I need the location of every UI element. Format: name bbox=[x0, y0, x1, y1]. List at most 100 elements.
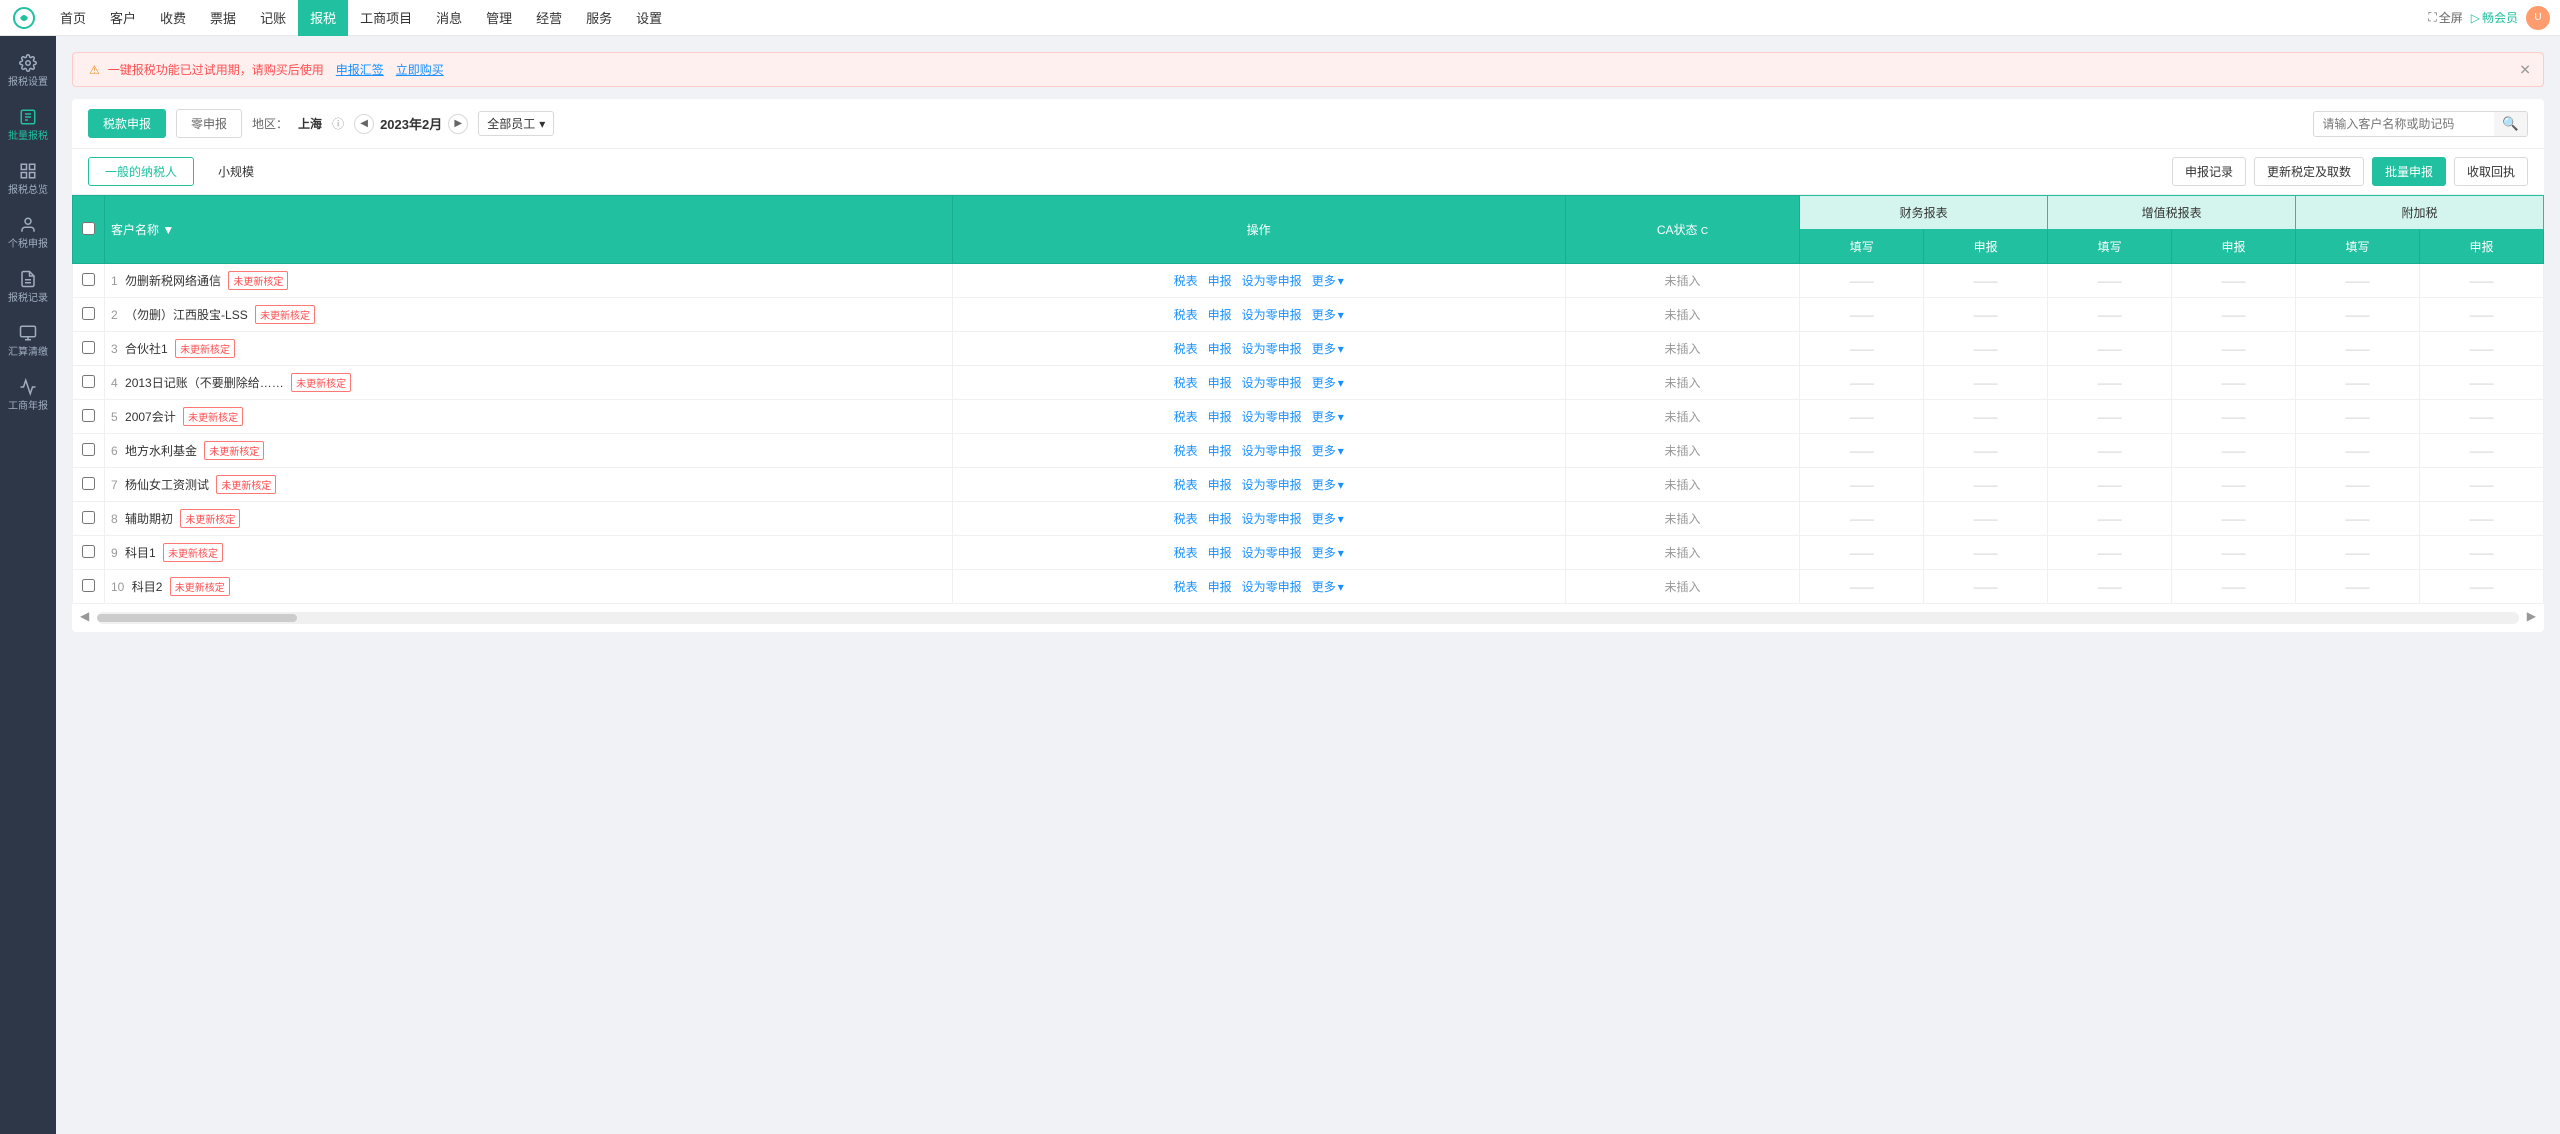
row-checkbox[interactable] bbox=[82, 273, 95, 286]
action-declare[interactable]: 申报 bbox=[1208, 376, 1232, 390]
action-more[interactable]: 更多▾ bbox=[1312, 442, 1344, 459]
row-checkbox[interactable] bbox=[82, 545, 95, 558]
scroll-right-arrow[interactable]: ▶ bbox=[2527, 609, 2536, 623]
row-checkbox[interactable] bbox=[82, 477, 95, 490]
action-more[interactable]: 更多▾ bbox=[1312, 272, 1344, 289]
info-icon[interactable]: ⓘ bbox=[332, 115, 344, 132]
action-more[interactable]: 更多▾ bbox=[1312, 340, 1344, 357]
row-checkbox[interactable] bbox=[82, 443, 95, 456]
nav-message[interactable]: 消息 bbox=[424, 0, 474, 36]
action-more[interactable]: 更多▾ bbox=[1312, 408, 1344, 425]
tab-zero-declare[interactable]: 零申报 bbox=[176, 109, 242, 138]
date-prev-button[interactable]: ◀ bbox=[354, 114, 374, 134]
action-tax-form[interactable]: 税表 bbox=[1174, 444, 1198, 458]
action-more[interactable]: 更多▾ bbox=[1312, 476, 1344, 493]
row-checkbox[interactable] bbox=[82, 341, 95, 354]
sidebar-item-personal-tax[interactable]: 个税申报 bbox=[0, 206, 56, 260]
notice-link-buy[interactable]: 立即购买 bbox=[396, 61, 444, 78]
row-actions: 税表 申报 设为零申报 更多▾ bbox=[952, 570, 1565, 604]
notice-close-button[interactable]: ✕ bbox=[2519, 61, 2531, 78]
action-more[interactable]: 更多▾ bbox=[1312, 544, 1344, 561]
user-avatar[interactable]: U bbox=[2526, 6, 2550, 30]
fullscreen-button[interactable]: ⛶ 全屏 bbox=[2428, 9, 2462, 26]
row-checkbox[interactable] bbox=[82, 409, 95, 422]
action-declare[interactable]: 申报 bbox=[1208, 580, 1232, 594]
search-button[interactable]: 🔍 bbox=[2494, 112, 2527, 136]
tab-tax-declare[interactable]: 税款申报 bbox=[88, 109, 166, 138]
ca-info-icon[interactable]: C bbox=[1701, 226, 1708, 237]
action-more[interactable]: 更多▾ bbox=[1312, 374, 1344, 391]
tab-small-scale[interactable]: 小规模 bbox=[202, 158, 270, 185]
action-set-zero[interactable]: 设为零申报 bbox=[1242, 274, 1302, 288]
action-tax-form[interactable]: 税表 bbox=[1174, 308, 1198, 322]
action-set-zero[interactable]: 设为零申报 bbox=[1242, 342, 1302, 356]
scroll-left-arrow[interactable]: ◀ bbox=[80, 609, 89, 623]
action-tax-form[interactable]: 税表 bbox=[1174, 546, 1198, 560]
action-declare[interactable]: 申报 bbox=[1208, 444, 1232, 458]
action-tax-form[interactable]: 税表 bbox=[1174, 274, 1198, 288]
batch-declare-button[interactable]: 批量申报 bbox=[2372, 157, 2446, 186]
sidebar-item-overview[interactable]: 报税总览 bbox=[0, 152, 56, 206]
nav-service[interactable]: 服务 bbox=[574, 0, 624, 36]
action-more[interactable]: 更多▾ bbox=[1312, 510, 1344, 527]
staff-selector[interactable]: 全部员工 ▾ bbox=[478, 111, 554, 136]
horizontal-scrollbar[interactable] bbox=[97, 612, 2519, 624]
action-set-zero[interactable]: 设为零申报 bbox=[1242, 308, 1302, 322]
sidebar-item-annual-report[interactable]: 工商年报 bbox=[0, 368, 56, 422]
unverified-tag: 未更新核定 bbox=[180, 509, 240, 528]
member-button[interactable]: ▷ 畅会员 bbox=[2471, 9, 2518, 26]
action-tax-form[interactable]: 税表 bbox=[1174, 376, 1198, 390]
action-declare[interactable]: 申报 bbox=[1208, 546, 1232, 560]
sidebar-item-tax-record[interactable]: 报税记录 bbox=[0, 260, 56, 314]
nav-customer[interactable]: 客户 bbox=[98, 0, 148, 36]
date-next-button[interactable]: ▶ bbox=[448, 114, 468, 134]
action-more[interactable]: 更多▾ bbox=[1312, 306, 1344, 323]
action-declare[interactable]: 申报 bbox=[1208, 274, 1232, 288]
action-set-zero[interactable]: 设为零申报 bbox=[1242, 546, 1302, 560]
action-tax-form[interactable]: 税表 bbox=[1174, 410, 1198, 424]
row-checkbox[interactable] bbox=[82, 579, 95, 592]
action-more[interactable]: 更多▾ bbox=[1312, 578, 1344, 595]
data-table-wrapper: 客户名称 ▼ 操作 CA状态 C 财务报表 增值税报表 附加税 填写 申报 填写 bbox=[72, 195, 2544, 604]
action-set-zero[interactable]: 设为零申报 bbox=[1242, 376, 1302, 390]
row-add-declare: —— bbox=[2419, 264, 2543, 298]
action-set-zero[interactable]: 设为零申报 bbox=[1242, 512, 1302, 526]
row-checkbox[interactable] bbox=[82, 375, 95, 388]
record-button[interactable]: 申报记录 bbox=[2172, 157, 2246, 186]
nav-business[interactable]: 工商项目 bbox=[348, 0, 424, 36]
nav-billing[interactable]: 收费 bbox=[148, 0, 198, 36]
search-input[interactable] bbox=[2314, 113, 2494, 135]
update-button[interactable]: 更新税定及取数 bbox=[2254, 157, 2364, 186]
row-checkbox[interactable] bbox=[82, 307, 95, 320]
nav-tax[interactable]: 报税 bbox=[298, 0, 348, 36]
action-set-zero[interactable]: 设为零申报 bbox=[1242, 478, 1302, 492]
nav-operation[interactable]: 经营 bbox=[524, 0, 574, 36]
action-declare[interactable]: 申报 bbox=[1208, 308, 1232, 322]
row-checkbox-cell bbox=[73, 468, 105, 502]
nav-home[interactable]: 首页 bbox=[48, 0, 98, 36]
action-declare[interactable]: 申报 bbox=[1208, 410, 1232, 424]
notice-link-report[interactable]: 申报汇签 bbox=[336, 61, 384, 78]
action-tax-form[interactable]: 税表 bbox=[1174, 512, 1198, 526]
action-set-zero[interactable]: 设为零申报 bbox=[1242, 410, 1302, 424]
action-tax-form[interactable]: 税表 bbox=[1174, 478, 1198, 492]
action-tax-form[interactable]: 税表 bbox=[1174, 580, 1198, 594]
sidebar-item-batch-tax[interactable]: 批量报税 bbox=[0, 98, 56, 152]
nav-manage[interactable]: 管理 bbox=[474, 0, 524, 36]
collect-button[interactable]: 收取回执 bbox=[2454, 157, 2528, 186]
action-declare[interactable]: 申报 bbox=[1208, 512, 1232, 526]
sidebar-item-tax-settings[interactable]: 报税设置 bbox=[0, 44, 56, 98]
action-set-zero[interactable]: 设为零申报 bbox=[1242, 444, 1302, 458]
select-all-checkbox[interactable] bbox=[82, 222, 95, 235]
nav-invoice[interactable]: 票据 bbox=[198, 0, 248, 36]
sidebar-item-settlement[interactable]: 汇算清缴 bbox=[0, 314, 56, 368]
action-tax-form[interactable]: 税表 bbox=[1174, 342, 1198, 356]
tab-general-taxpayer[interactable]: 一般的纳税人 bbox=[88, 157, 194, 186]
nav-settings[interactable]: 设置 bbox=[624, 0, 674, 36]
action-declare[interactable]: 申报 bbox=[1208, 342, 1232, 356]
nav-bookkeeping[interactable]: 记账 bbox=[248, 0, 298, 36]
action-declare[interactable]: 申报 bbox=[1208, 478, 1232, 492]
member-icon: ▷ bbox=[2471, 11, 2480, 25]
action-set-zero[interactable]: 设为零申报 bbox=[1242, 580, 1302, 594]
row-checkbox[interactable] bbox=[82, 511, 95, 524]
